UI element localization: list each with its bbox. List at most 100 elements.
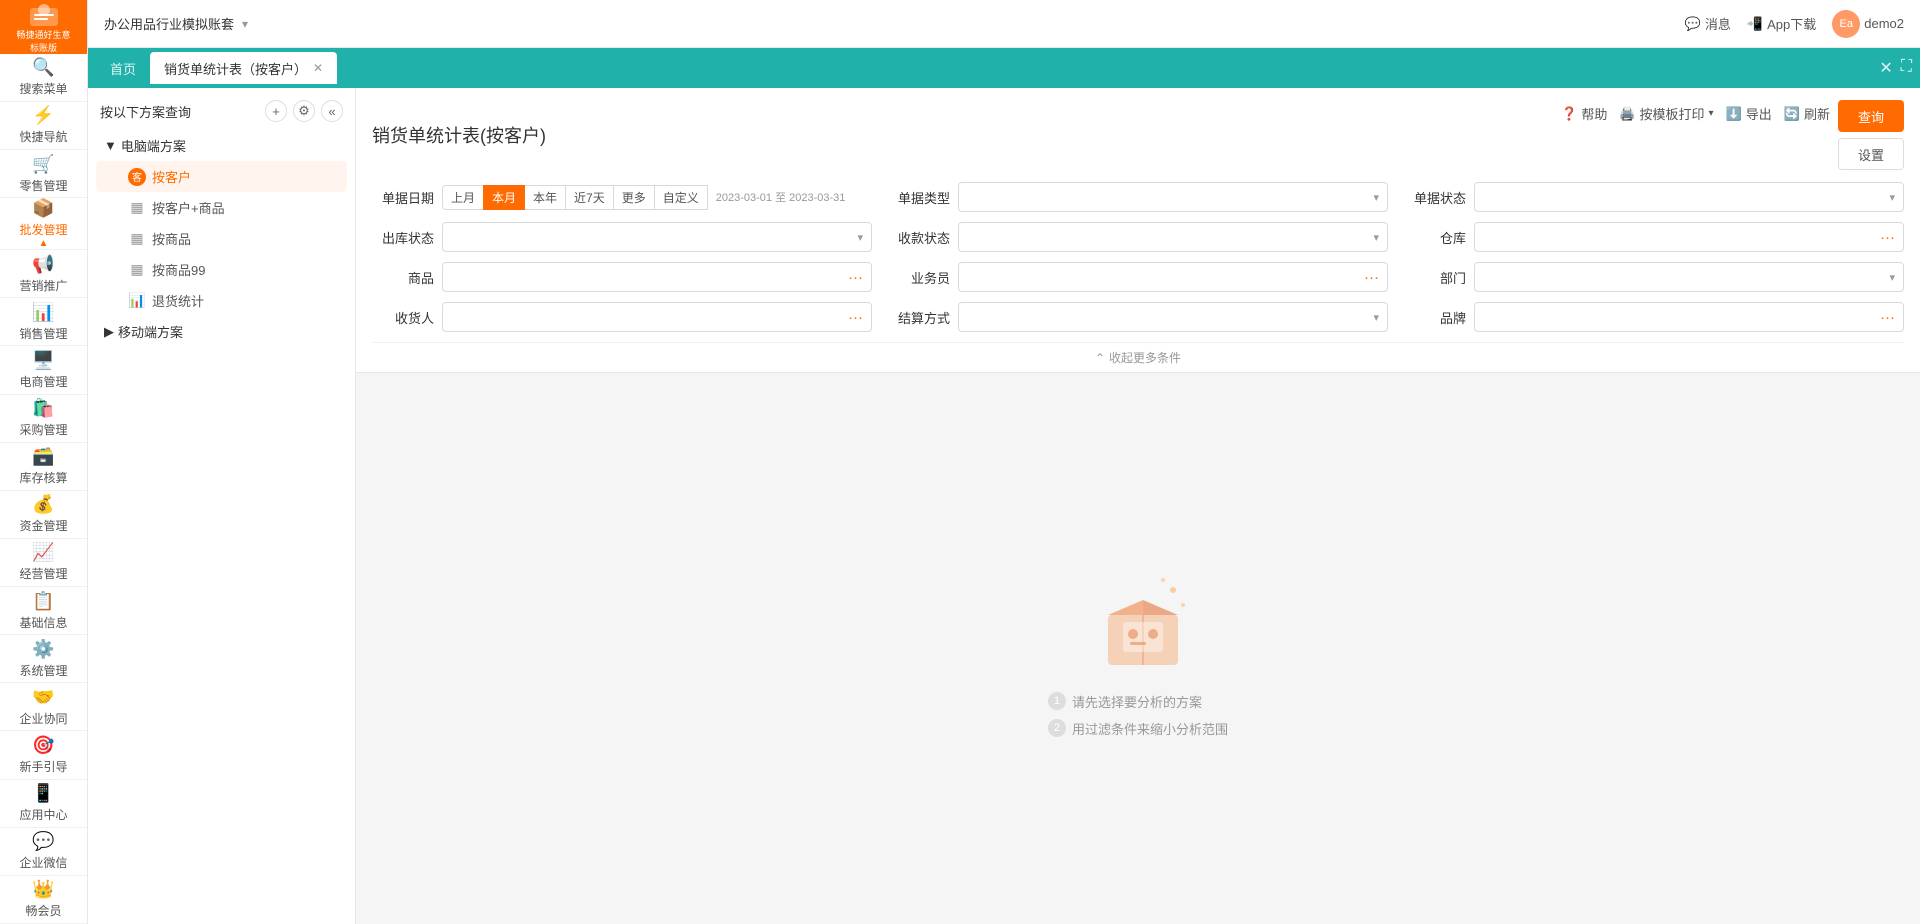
sidebar-item-enterprise[interactable]: 🤝 企业协同 <box>0 683 88 731</box>
message-button[interactable]: 💬 消息 <box>1685 14 1731 33</box>
date-btn-7days[interactable]: 近7天 <box>565 185 614 210</box>
right-main: 销货单统计表(按客户) ❓ 帮助 🖨️ 按模板打印 ▾ <box>356 88 1920 924</box>
sidebar-item-marketing[interactable]: 📢 营销推广 <box>0 250 88 298</box>
payment-method-select[interactable]: ▾ <box>958 302 1388 332</box>
order-status-select[interactable]: ▾ <box>1474 182 1904 212</box>
tree-desktop-parent[interactable]: ▼ 电脑端方案 <box>96 130 347 161</box>
sales-mgmt-icon: 📊 <box>32 302 54 323</box>
retail-icon: 🛒 <box>32 154 54 175</box>
tab-close-button[interactable]: ✕ <box>313 61 323 75</box>
sidebar-item-quick-nav[interactable]: ⚡ 快捷导航 <box>0 102 88 150</box>
sidebar-item-finance[interactable]: 💰 资金管理 <box>0 491 88 539</box>
tree-expand-icon: ▼ <box>104 138 117 153</box>
app-subtitle: 标账版 <box>30 41 57 54</box>
collapse-bar[interactable]: ⌃ 收起更多条件 <box>372 342 1904 372</box>
avatar: Ea <box>1832 10 1860 38</box>
quick-nav-icon: ⚡ <box>32 105 54 126</box>
sidebar-item-app-center[interactable]: 📱 应用中心 <box>0 780 88 828</box>
tab-sales-report[interactable]: 销货单统计表（按客户） ✕ <box>150 52 337 84</box>
tree-item-return-stats[interactable]: 📊 退货统计 <box>96 285 347 316</box>
brand-label: 品牌 <box>1404 308 1474 327</box>
tab-maximize-area: ✕ ⛶ <box>1879 58 1912 78</box>
app-center-icon: 📱 <box>32 783 54 804</box>
sidebar-item-basic-info[interactable]: 📋 基础信息 <box>0 587 88 635</box>
app-download-button[interactable]: 📲 App下载 <box>1747 14 1816 33</box>
panel-header: 按以下方案查询 + ⚙ « <box>88 100 355 130</box>
sidebar-item-member[interactable]: 👑 畅会员 <box>0 876 88 924</box>
desktop-section-label: 电脑端方案 <box>121 136 186 155</box>
query-button[interactable]: 查询 <box>1838 100 1904 132</box>
tree-item-by-goods[interactable]: ▦ 按商品 <box>96 223 347 254</box>
out-status-arrow: ▾ <box>857 231 863 244</box>
page-title-row: 销货单统计表(按客户) ❓ 帮助 🖨️ 按模板打印 ▾ <box>372 100 1904 170</box>
download-icon: 📲 <box>1747 16 1763 32</box>
date-btn-this-year[interactable]: 本年 <box>524 185 566 210</box>
sidebar-item-sales-mgmt[interactable]: 📊 销售管理 <box>0 298 88 346</box>
sidebar-item-enterprise-wechat[interactable]: 💬 企业微信 <box>0 828 88 876</box>
out-status-select[interactable]: ▾ <box>442 222 872 252</box>
company-dropdown[interactable]: ▾ <box>242 17 248 31</box>
tab-bar: 首页 销货单统计表（按客户） ✕ ✕ ⛶ <box>88 48 1920 88</box>
sidebar-logo: 畅捷通好生意 标账版 <box>0 0 88 54</box>
basic-info-icon: 📋 <box>32 591 54 612</box>
maximize-icon[interactable]: ⛶ <box>1901 58 1912 78</box>
close-window-icon[interactable]: ✕ <box>1879 58 1892 78</box>
user-menu[interactable]: Ea demo2 <box>1832 10 1904 38</box>
tree-item-by-customer[interactable]: 客 按客户 <box>96 161 347 192</box>
marketing-icon: 📢 <box>32 254 54 275</box>
export-button[interactable]: ⬇️ 导出 <box>1726 104 1772 123</box>
order-status-label: 单据状态 <box>1404 188 1474 207</box>
header-left: 办公用品行业模拟账套 ▾ <box>104 14 248 33</box>
sidebar-item-ecommerce[interactable]: 🖥️ 电商管理 <box>0 346 88 394</box>
settings-button[interactable]: 设置 <box>1838 138 1904 170</box>
warehouse-dots: ··· <box>1880 229 1895 246</box>
tree-item-by-goods-99[interactable]: ▦ 按商品99 <box>96 254 347 285</box>
tab-home[interactable]: 首页 <box>96 52 150 84</box>
receiver-label: 收货人 <box>372 308 442 327</box>
enterprise-wechat-icon: 💬 <box>32 831 54 852</box>
return-stats-icon: 📊 <box>128 292 146 309</box>
tree-section: ▼ 电脑端方案 客 按客户 ▦ 按客户+商品 ▦ 按商品 ▦ 按商品 <box>88 130 355 347</box>
sidebar-item-retail[interactable]: 🛒 零售管理 <box>0 150 88 198</box>
panel-add-button[interactable]: + <box>265 100 287 122</box>
sidebar-item-wholesale[interactable]: 📦 批发管理 ▲ <box>0 198 88 250</box>
date-filter-label: 单据日期 <box>372 188 442 207</box>
sidebar-item-search[interactable]: 🔍 搜索菜单 <box>0 54 88 102</box>
system-icon: ⚙️ <box>32 639 54 660</box>
finance-icon: 💰 <box>32 494 54 515</box>
salesman-dots: ··· <box>1364 269 1379 286</box>
sidebar: 畅捷通好生意 标账版 🔍 搜索菜单 ⚡ 快捷导航 🛒 零售管理 📦 批发管理 ▲… <box>0 0 88 924</box>
date-range-display: 2023-03-01 至 2023-03-31 <box>716 189 846 205</box>
receiver-select[interactable]: ··· <box>442 302 872 332</box>
payment-method-arrow: ▾ <box>1373 311 1379 324</box>
date-btn-more[interactable]: 更多 <box>613 185 655 210</box>
warehouse-label: 仓库 <box>1404 228 1474 247</box>
date-btn-last-month[interactable]: 上月 <box>442 185 484 210</box>
customer-icon: 客 <box>128 168 146 186</box>
department-select[interactable]: ▾ <box>1474 262 1904 292</box>
warehouse-select[interactable]: ··· <box>1474 222 1904 252</box>
help-button[interactable]: ❓ 帮助 <box>1561 104 1607 123</box>
refresh-icon: 🔄 <box>1784 106 1800 122</box>
sidebar-item-system[interactable]: ⚙️ 系统管理 <box>0 635 88 683</box>
date-btn-custom[interactable]: 自定义 <box>654 185 708 210</box>
sidebar-item-operations[interactable]: 📈 经营管理 <box>0 539 88 587</box>
sidebar-item-purchase[interactable]: 🛍️ 采购管理 <box>0 395 88 443</box>
print-button[interactable]: 🖨️ 按模板打印 ▾ <box>1619 104 1713 123</box>
salesman-select[interactable]: ··· <box>958 262 1388 292</box>
page-title: 销货单统计表(按客户) <box>372 122 546 148</box>
brand-select[interactable]: ··· <box>1474 302 1904 332</box>
refresh-button[interactable]: 🔄 刷新 <box>1784 104 1830 123</box>
sidebar-item-newbie[interactable]: 🎯 新手引导 <box>0 731 88 779</box>
sidebar-item-inventory[interactable]: 🗃️ 库存核算 <box>0 443 88 491</box>
panel-title: 按以下方案查询 <box>100 102 191 121</box>
panel-settings-button[interactable]: ⚙ <box>293 100 315 122</box>
order-status-arrow: ▾ <box>1889 191 1895 204</box>
date-btn-this-month[interactable]: 本月 <box>483 185 525 210</box>
goods-select[interactable]: ··· <box>442 262 872 292</box>
panel-collapse-button[interactable]: « <box>321 100 343 122</box>
payment-status-select[interactable]: ▾ <box>958 222 1388 252</box>
tree-mobile-parent[interactable]: ▶ 移动端方案 <box>96 316 347 347</box>
order-type-select[interactable]: ▾ <box>958 182 1388 212</box>
tree-item-by-customer-goods[interactable]: ▦ 按客户+商品 <box>96 192 347 223</box>
